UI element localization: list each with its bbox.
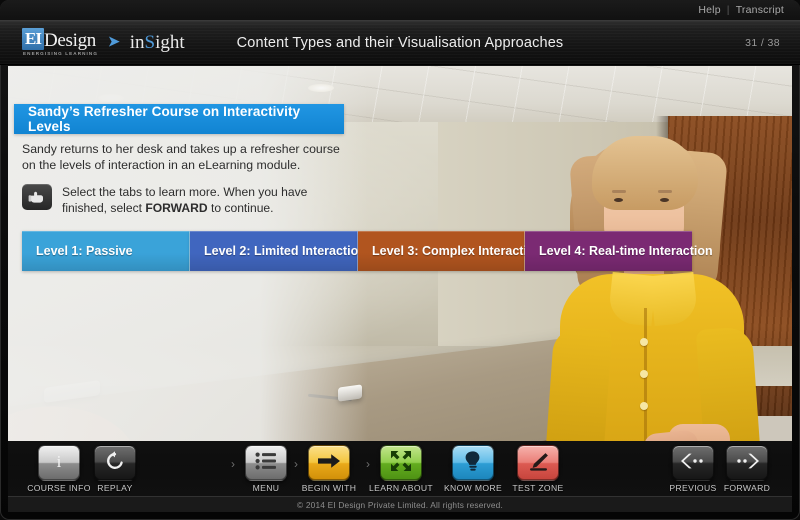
learn-about-button[interactable] <box>380 445 422 481</box>
toolbar-label: LEARN ABOUT <box>368 483 434 493</box>
eyebrow <box>658 190 672 193</box>
level-tab-label: Level 1: Passive <box>36 244 133 258</box>
pointing-hand-icon <box>22 184 52 210</box>
toolbar-label: TEST ZONE <box>512 483 564 493</box>
level-tab-label: Level 4: Real-time Interaction <box>539 244 713 258</box>
converge-arrows-icon <box>390 450 412 477</box>
slide-stage: Sandy’s Refresher Course on Interactivit… <box>8 66 792 441</box>
chevron-right-icon: › <box>366 457 370 471</box>
slide-title-banner: Sandy’s Refresher Course on Interactivit… <box>14 104 344 134</box>
shirt-button <box>640 370 648 378</box>
hair-front <box>592 136 698 210</box>
eye <box>614 198 623 202</box>
test-zone-button[interactable] <box>517 445 559 481</box>
toolbar-label: BEGIN WITH <box>301 483 357 493</box>
logo-tagline: ENERGISING LEARNING <box>23 51 99 56</box>
previous-button[interactable] <box>672 445 714 481</box>
eyebrow <box>612 190 626 193</box>
shirt-button <box>640 402 648 410</box>
course-player: Help | Transcript EI Design ENERGISING L… <box>0 0 800 520</box>
level-tab-1[interactable]: Level 1: Passive <box>22 231 190 271</box>
level-tab-label: Level 3: Complex Interaction <box>372 244 543 258</box>
level-tab-4[interactable]: Level 4: Real-time Interaction <box>525 231 713 271</box>
insight-wordmark: inSight <box>129 31 185 53</box>
copyright-bar: © 2014 EI Design Private Limited. All ri… <box>8 496 792 512</box>
replay-icon <box>104 450 126 477</box>
know-more-button[interactable] <box>452 445 494 481</box>
arm-left <box>545 326 613 441</box>
right-arrow-icon <box>317 452 341 475</box>
presenter-photo <box>545 132 761 441</box>
svg-text:i: i <box>57 452 62 471</box>
page-counter: 31 / 38 <box>745 36 780 49</box>
instruction-block: Select the tabs to learn more. When you … <box>22 184 352 216</box>
toolbar-label: REPLAY <box>97 483 133 493</box>
play-arrow-icon: ➤ <box>108 33 120 49</box>
list-menu-icon <box>255 452 277 475</box>
level-tab-2[interactable]: Level 2: Limited Interaction <box>190 231 366 271</box>
lightbulb-icon <box>464 450 482 477</box>
menu-button[interactable] <box>245 445 287 481</box>
toolbar-label: FORWARD <box>723 483 771 493</box>
pencil-icon <box>526 451 550 476</box>
replay-button[interactable] <box>94 445 136 481</box>
link-separator: | <box>726 4 730 16</box>
shirt-button <box>640 338 648 346</box>
course-info-button[interactable]: i <box>38 445 80 481</box>
begin-with-button[interactable] <box>308 445 350 481</box>
interactivity-level-tabs: Level 1: Passive Level 2: Limited Interac… <box>22 231 724 271</box>
utility-links-bar: Help | Transcript <box>0 0 800 20</box>
forward-nav-icon <box>732 452 762 475</box>
help-link[interactable]: Help <box>698 4 720 16</box>
brand-logo[interactable]: EI Design ENERGISING LEARNING ➤ inSight <box>22 27 185 57</box>
slide-body-text: Sandy returns to her desk and takes up a… <box>22 142 340 172</box>
transcript-link[interactable]: Transcript <box>736 4 784 16</box>
chevron-right-icon: › <box>294 457 298 471</box>
ei-badge: EI <box>22 28 44 50</box>
eye <box>660 198 669 202</box>
copyright-text: © 2014 EI Design Private Limited. All ri… <box>297 499 503 510</box>
player-toolbar: i COURSE INFO REPLAY › MENU › BEGIN WITH › LEARN… <box>8 441 792 496</box>
level-tab-label: Level 2: Limited Interaction <box>204 244 366 258</box>
level-tab-3[interactable]: Level 3: Complex Interaction <box>358 231 542 271</box>
back-nav-icon <box>678 452 708 475</box>
instruction-text: Select the tabs to learn more. When you … <box>62 185 308 215</box>
info-icon: i <box>49 450 69 477</box>
eidesign-logo: EI Design ENERGISING LEARNING <box>22 28 98 56</box>
logo-wordmark: Design <box>43 30 96 51</box>
chevron-right-icon: › <box>231 457 235 471</box>
forward-button[interactable] <box>726 445 768 481</box>
